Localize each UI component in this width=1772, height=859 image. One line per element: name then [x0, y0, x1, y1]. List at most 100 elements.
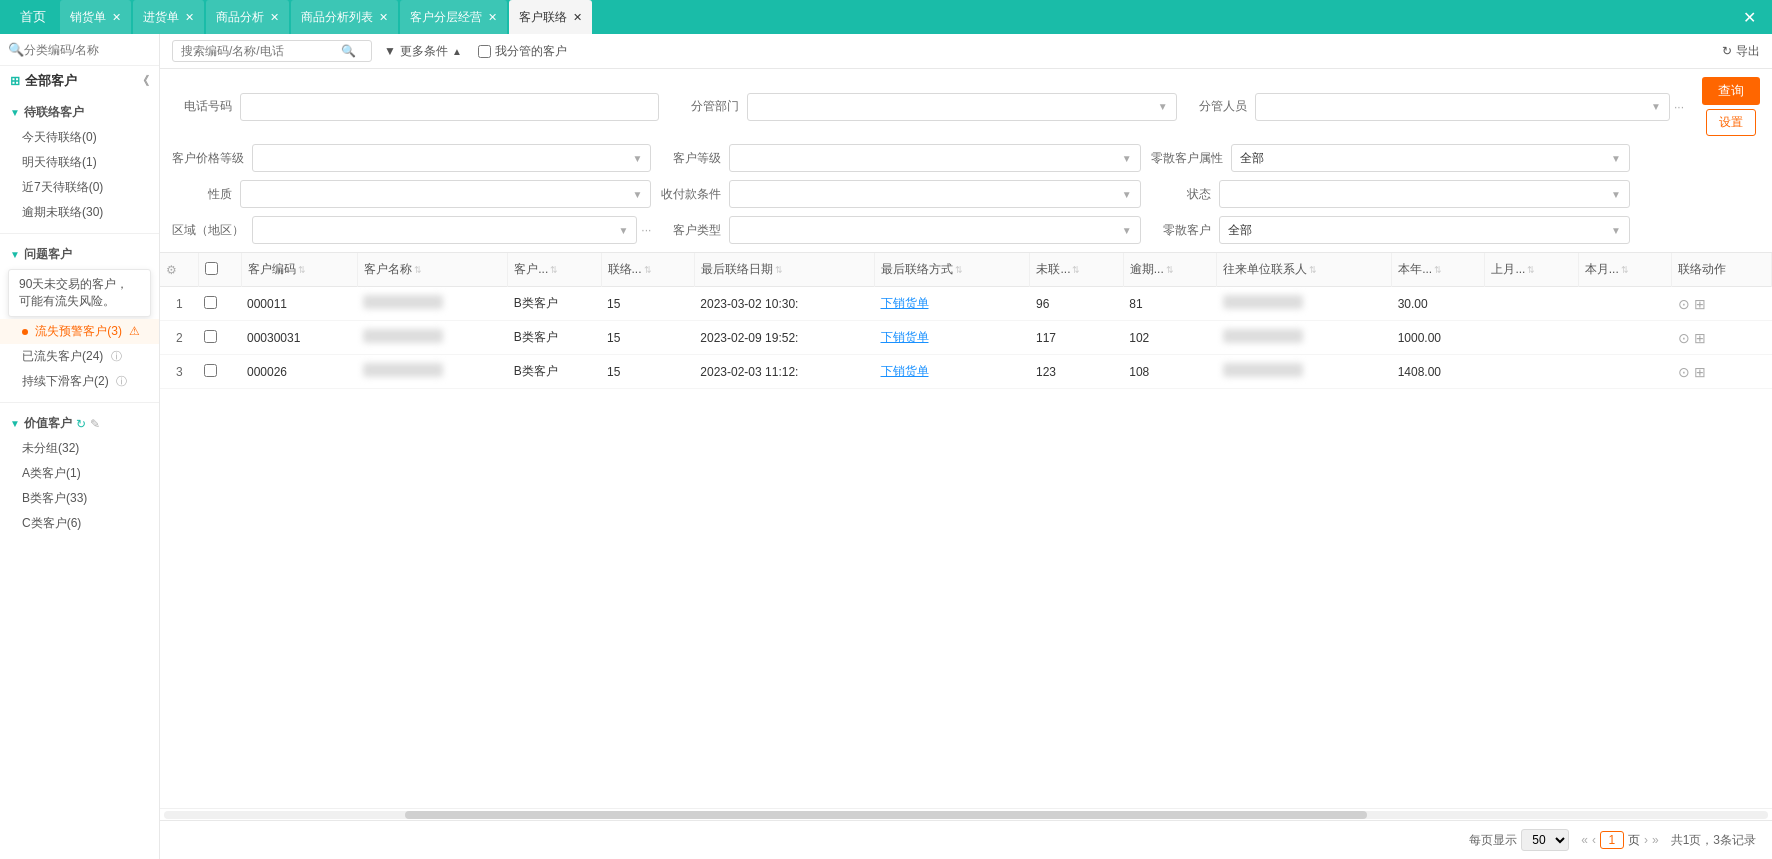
my-customers-checkbox[interactable]	[478, 45, 491, 58]
tab-product-analysis-list[interactable]: 商品分析列表 ✕	[291, 0, 398, 34]
sort-type-icon[interactable]: ⇅	[550, 265, 558, 275]
more-action-icon-2[interactable]: ⊞	[1694, 330, 1706, 346]
filter-retail-attr-select[interactable]: 全部 ▼	[1231, 144, 1630, 172]
close-tab-customer-contact[interactable]: ✕	[573, 11, 582, 24]
tab-sales-order[interactable]: 销货单 ✕	[60, 0, 131, 34]
select-all-checkbox[interactable]	[205, 262, 218, 275]
sort-this-month-icon[interactable]: ⇅	[1621, 265, 1629, 275]
sidebar-item-ungrouped[interactable]: 未分组(32)	[0, 436, 159, 461]
page-size-select[interactable]: 50	[1521, 829, 1569, 851]
close-tab-sales-order[interactable]: ✕	[112, 11, 121, 24]
row-last-type-1[interactable]: 下销货单	[875, 287, 1030, 321]
filter-price-level-select[interactable]: ▼	[252, 144, 651, 172]
sidebar-item-tomorrow-contact[interactable]: 明天待联络(1)	[0, 150, 159, 175]
table-settings-icon[interactable]: ⚙	[166, 263, 177, 277]
more-conditions-button[interactable]: ▼ 更多条件 ▲	[384, 43, 462, 60]
filter-dept-select[interactable]: ▼	[747, 93, 1176, 121]
th-settings[interactable]: ⚙	[160, 253, 198, 287]
sort-last-month-icon[interactable]: ⇅	[1527, 265, 1535, 275]
manager-more-button[interactable]: ···	[1674, 100, 1684, 114]
filter-nature-select[interactable]: ▼	[240, 180, 651, 208]
sort-no-contact-icon[interactable]: ⇅	[1072, 265, 1080, 275]
tab-product-analysis[interactable]: 商品分析 ✕	[206, 0, 289, 34]
row-checkbox-2[interactable]	[198, 321, 241, 355]
row-action-1: ⊙ ⊞	[1672, 287, 1772, 321]
sort-code-icon[interactable]: ⇅	[298, 265, 306, 275]
window-close-button[interactable]: ✕	[1735, 8, 1764, 27]
prev-page-button[interactable]: ‹	[1592, 833, 1596, 847]
sidebar-item-declining[interactable]: 持续下滑客户(2) ⓘ	[0, 369, 159, 394]
close-tab-product-analysis-list[interactable]: ✕	[379, 11, 388, 24]
sort-overdue-icon[interactable]: ⇅	[1166, 265, 1174, 275]
close-tab-customer-segment[interactable]: ✕	[488, 11, 497, 24]
row-checkbox-1[interactable]	[198, 287, 241, 321]
tab-customer-contact[interactable]: 客户联络 ✕	[509, 0, 592, 34]
edit-icon[interactable]: ✎	[90, 417, 100, 431]
sidebar-section-value-header[interactable]: ▼ 价值客户 ↻ ✎	[0, 411, 159, 436]
scrollbar-thumb[interactable]	[405, 811, 1367, 819]
filter-customer-type-select[interactable]: ▼	[729, 216, 1140, 244]
row-last-type-3[interactable]: 下销货单	[875, 355, 1030, 389]
region-more-button[interactable]: ···	[641, 223, 651, 237]
sort-last-type-icon[interactable]: ⇅	[955, 265, 963, 275]
sidebar-item-churn-warning[interactable]: 流失预警客户(3) ⚠	[0, 319, 159, 344]
filter-search-input[interactable]	[181, 44, 341, 58]
filter-payment-select[interactable]: ▼	[729, 180, 1140, 208]
sidebar-section-pending-header[interactable]: ▼ 待联络客户	[0, 100, 159, 125]
filter-status-select[interactable]: ▼	[1219, 180, 1630, 208]
row-last-type-2[interactable]: 下销货单	[875, 321, 1030, 355]
tab-purchase-order[interactable]: 进货单 ✕	[133, 0, 204, 34]
filter-search-icon[interactable]: 🔍	[341, 44, 356, 58]
sort-this-year-icon[interactable]: ⇅	[1434, 265, 1442, 275]
export-button[interactable]: ↻ 导出	[1722, 43, 1760, 60]
more-action-icon-3[interactable]: ⊞	[1694, 364, 1706, 380]
row-last-date-3: 2023-02-03 11:12:	[694, 355, 874, 389]
row-checkbox-3[interactable]	[198, 355, 241, 389]
th-overdue: 逾期...⇅	[1123, 253, 1216, 287]
sort-name-icon[interactable]: ⇅	[414, 265, 422, 275]
current-page-input[interactable]: 1	[1600, 831, 1624, 849]
contact-action-icon-2[interactable]: ⊙	[1678, 330, 1690, 346]
sidebar-item-overdue-contact[interactable]: 逾期未联络(30)	[0, 200, 159, 225]
sidebar-item-class-c[interactable]: C类客户(6)	[0, 511, 159, 536]
contact-action-icon-3[interactable]: ⊙	[1678, 364, 1690, 380]
refresh-icon[interactable]: ↻	[76, 417, 86, 431]
sort-last-date-icon[interactable]: ⇅	[775, 265, 783, 275]
row-this-year-3: 1408.00	[1392, 355, 1485, 389]
horizontal-scrollbar[interactable]	[160, 808, 1772, 820]
filter-phone-input[interactable]	[240, 93, 659, 121]
sidebar-search-box[interactable]: 🔍	[0, 34, 159, 66]
th-last-date: 最后联络日期⇅	[694, 253, 874, 287]
query-button[interactable]: 查询	[1702, 77, 1760, 105]
sidebar-item-class-b[interactable]: B类客户(33)	[0, 486, 159, 511]
tab-customer-segment[interactable]: 客户分层经营 ✕	[400, 0, 507, 34]
sidebar-section-problem-header[interactable]: ▼ 问题客户	[0, 242, 159, 267]
sort-contact-person-icon[interactable]: ⇅	[1309, 265, 1317, 275]
filter-customer-grade-select[interactable]: ▼	[729, 144, 1140, 172]
filter-retail-customer-select[interactable]: 全部 ▼	[1219, 216, 1630, 244]
more-action-icon-1[interactable]: ⊞	[1694, 296, 1706, 312]
th-checkbox[interactable]	[198, 253, 241, 287]
customer-grade-dropdown-icon: ▼	[1122, 153, 1132, 164]
sidebar-item-class-a[interactable]: A类客户(1)	[0, 461, 159, 486]
filter-region-select[interactable]: ▼	[252, 216, 637, 244]
filter-manager-select[interactable]: ▼	[1255, 93, 1670, 121]
contact-action-icon-1[interactable]: ⊙	[1678, 296, 1690, 312]
sidebar-item-today-contact[interactable]: 今天待联络(0)	[0, 125, 159, 150]
home-tab[interactable]: 首页	[8, 0, 58, 34]
my-customers-filter[interactable]: 我分管的客户	[478, 43, 567, 60]
first-page-button[interactable]: «	[1581, 833, 1588, 847]
last-page-button[interactable]: »	[1652, 833, 1659, 847]
sort-contact-icon[interactable]: ⇅	[644, 265, 652, 275]
settings-button[interactable]: 设置	[1706, 109, 1756, 136]
sidebar-all-customers[interactable]: ⊞ 全部客户 《	[0, 66, 159, 96]
close-tab-purchase-order[interactable]: ✕	[185, 11, 194, 24]
collapse-icon[interactable]: 《	[137, 73, 149, 90]
sidebar-item-week-contact[interactable]: 近7天待联络(0)	[0, 175, 159, 200]
next-page-button[interactable]: ›	[1644, 833, 1648, 847]
close-tab-product-analysis[interactable]: ✕	[270, 11, 279, 24]
scrollbar-track[interactable]	[164, 811, 1768, 819]
sidebar-item-already-lost[interactable]: 已流失客户(24) ⓘ	[0, 344, 159, 369]
sidebar-search-input[interactable]	[24, 43, 160, 57]
filter-search-box[interactable]: 🔍	[172, 40, 372, 62]
